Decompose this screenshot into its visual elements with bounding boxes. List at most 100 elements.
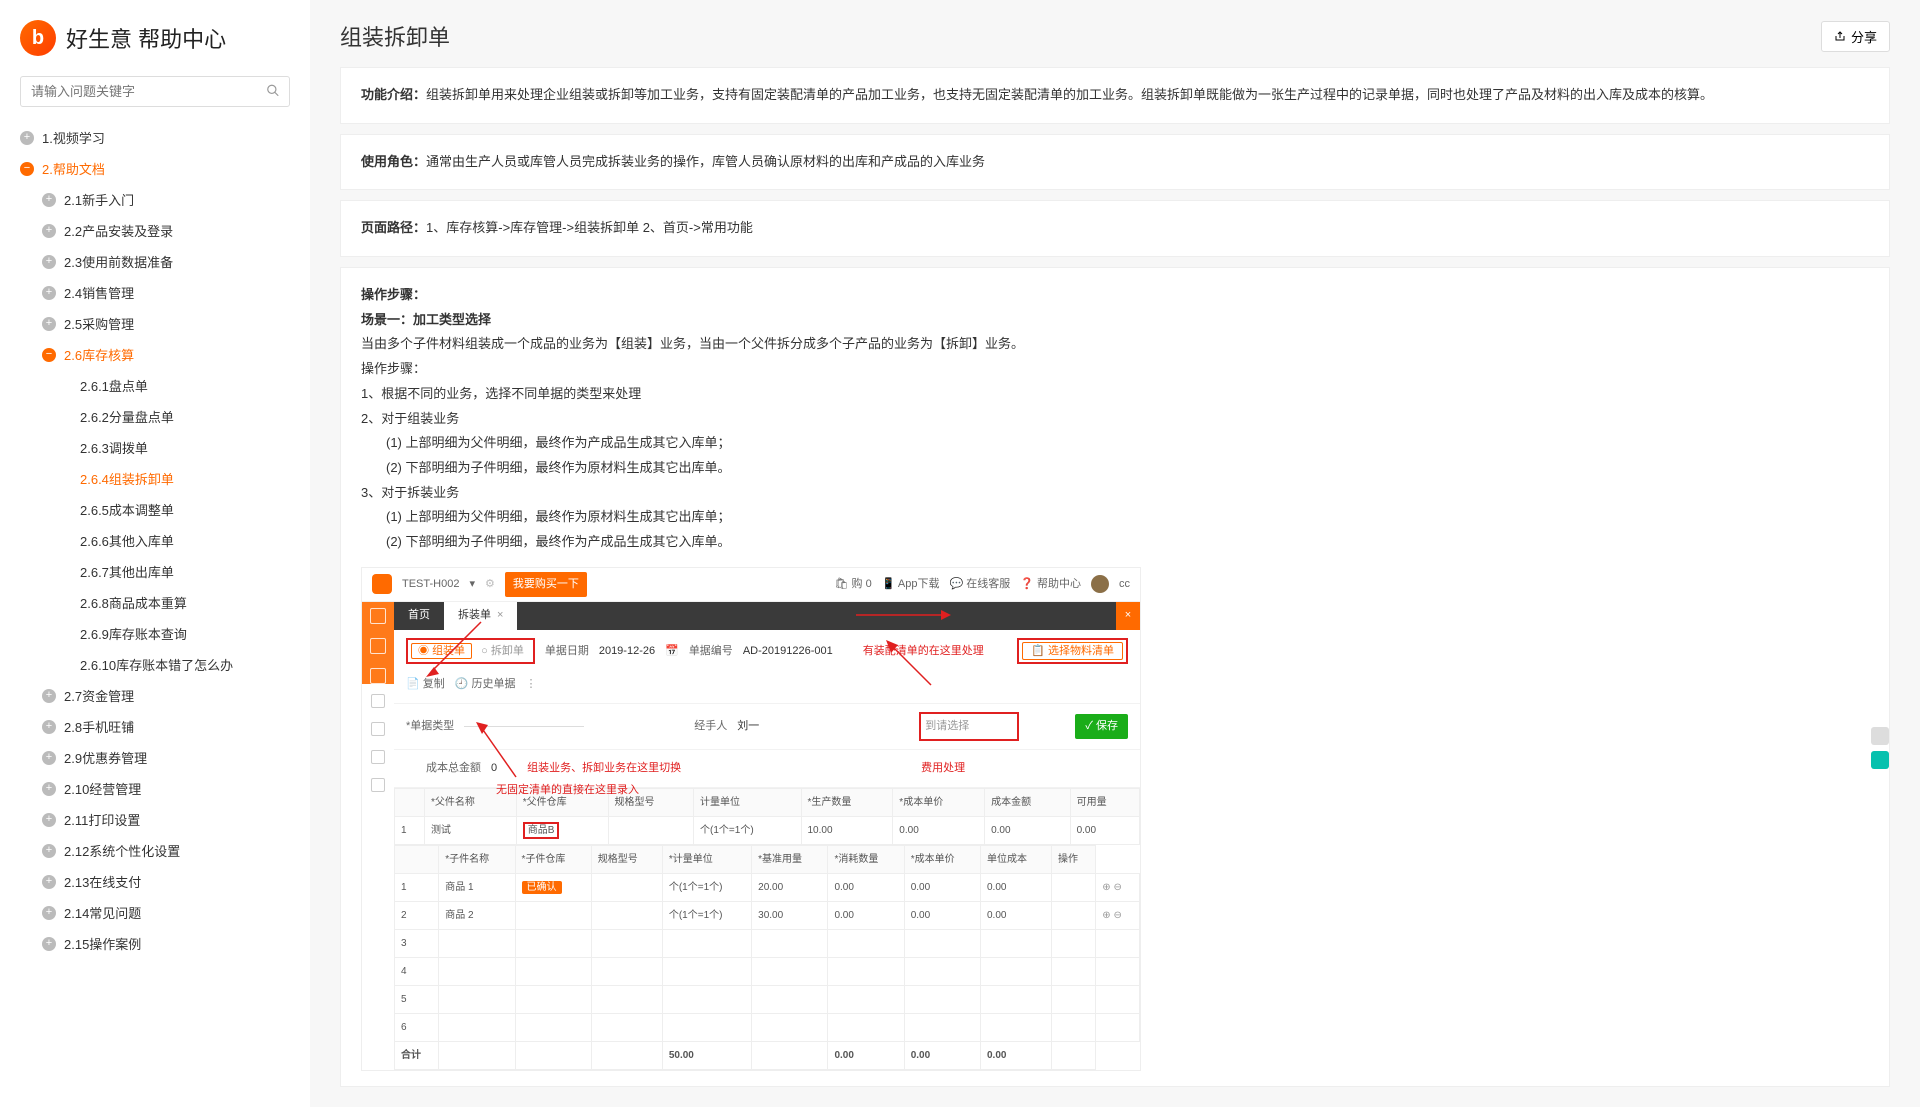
steps-label: 操作步骤： — [361, 357, 1869, 382]
search-input[interactable] — [20, 76, 290, 107]
nav-item[interactable]: +2.11打印设置 — [20, 804, 290, 835]
ss-avatar-icon — [1091, 575, 1109, 593]
plus-icon[interactable]: + — [42, 782, 56, 796]
ss-fee-box: 到请选择 — [919, 712, 1019, 741]
plus-icon[interactable]: + — [42, 813, 56, 827]
scene1-desc: 当由多个子件材料组装成一个成品的业务为【组装】业务，当由一个父件拆分成多个子产品… — [361, 332, 1869, 357]
ss-cart: 🛍 购 0 — [835, 574, 872, 595]
nav-item[interactable]: +2.13在线支付 — [20, 866, 290, 897]
intro-card: 功能介绍：组装拆卸单用来处理企业组装或拆卸等加工业务，支持有固定装配清单的产品加… — [340, 67, 1890, 124]
nav-label: 2.12系统个性化设置 — [64, 841, 180, 860]
nav-item[interactable]: +2.3使用前数据准备 — [20, 246, 290, 277]
nav-item[interactable]: +2.4销售管理 — [20, 277, 290, 308]
role-card: 使用角色：通常由生产人员或库管人员完成拆装业务的操作，库管人员确认原材料的出库和… — [340, 134, 1890, 191]
nav-label: 1.视频学习 — [42, 128, 105, 147]
ss-company: TEST-H002 — [402, 574, 459, 595]
plus-icon[interactable]: + — [42, 255, 56, 269]
nav-item[interactable]: −2.6库存核算 — [20, 339, 290, 370]
nav-item[interactable]: 2.6.5成本调整单 — [20, 494, 290, 525]
inner-screenshot: TEST-H002 ▾ ⚙ 我要购买一下 🛍 购 0 📱 App下载 💬 在线客… — [361, 567, 1869, 1071]
plus-icon[interactable]: + — [20, 131, 34, 145]
ss-topbar: TEST-H002 ▾ ⚙ 我要购买一下 🛍 购 0 📱 App下载 💬 在线客… — [362, 568, 1140, 602]
nav-item[interactable]: +2.2产品安装及登录 — [20, 215, 290, 246]
plus-icon[interactable]: + — [42, 937, 56, 951]
content-card: 操作步骤： 场景一：加工类型选择 当由多个子件材料组装成一个成品的业务为【组装】… — [340, 267, 1890, 1087]
nav-label: 2.2产品安装及登录 — [64, 221, 173, 240]
nav-item[interactable]: 2.6.7其他出库单 — [20, 556, 290, 587]
nav-item[interactable]: +2.9优惠券管理 — [20, 742, 290, 773]
plus-icon[interactable]: + — [42, 689, 56, 703]
ss-ref-input — [464, 726, 584, 727]
plus-icon[interactable]: + — [42, 224, 56, 238]
share-button[interactable]: 分享 — [1821, 21, 1890, 52]
nav-item[interactable]: −2.帮助文档 — [20, 153, 290, 184]
nav-item[interactable]: 2.6.1盘点单 — [20, 370, 290, 401]
ss-anno3: 费用处理 — [921, 758, 965, 779]
plus-icon[interactable]: + — [42, 875, 56, 889]
path-text: 1、库存核算->库存管理->组装拆卸单 2、首页->常用功能 — [426, 220, 753, 235]
ss-radio-assemble: ◉ 组装单 — [411, 643, 472, 659]
nav-label: 2.帮助文档 — [42, 159, 105, 178]
plus-icon[interactable]: + — [42, 751, 56, 765]
plus-icon[interactable]: + — [42, 317, 56, 331]
nav-item[interactable]: +2.7资金管理 — [20, 680, 290, 711]
rail-box-icon — [370, 638, 386, 654]
nav-item[interactable]: +2.1新手入门 — [20, 184, 290, 215]
ss-table2: *子件名称*子件仓库规格型号*计量单位*基准用量*消耗数量*成本单价单位成本操作… — [394, 845, 1140, 1070]
minus-icon[interactable]: − — [42, 348, 56, 362]
nav-label: 2.9优惠券管理 — [64, 748, 147, 767]
nav-label: 2.6.3调拨单 — [80, 438, 148, 457]
ss-radio-disassemble: ○ 拆卸单 — [475, 644, 530, 658]
nav-item[interactable]: 2.6.9库存账本查询 — [20, 618, 290, 649]
logo-icon: b — [20, 20, 56, 56]
nav-item[interactable]: 2.6.8商品成本重算 — [20, 587, 290, 618]
ss-history: 🕘 历史单据 — [455, 674, 516, 695]
nav-item[interactable]: 2.6.10库存账本错了怎么办 — [20, 649, 290, 680]
role-text: 通常由生产人员或库管人员完成拆装业务的操作，库管人员确认原材料的出库和产成品的入… — [426, 154, 985, 169]
nav-label: 2.6.1盘点单 — [80, 376, 148, 395]
nav-item[interactable]: +2.5采购管理 — [20, 308, 290, 339]
nav-item[interactable]: +2.15操作案例 — [20, 928, 290, 959]
ss-trial-button: 我要购买一下 — [505, 572, 587, 597]
nav-label: 2.8手机旺铺 — [64, 717, 134, 736]
nav-label: 2.6库存核算 — [64, 345, 134, 364]
step2: 2、对于组装业务 — [361, 407, 1869, 432]
nav-label: 2.15操作案例 — [64, 934, 141, 953]
ss-form-row1: ◉ 组装单 ○ 拆卸单 单据日期 2019-12-26 📅 单据编号 AD-20… — [394, 630, 1140, 705]
nav-item[interactable]: +2.12系统个性化设置 — [20, 835, 290, 866]
nav-item[interactable]: 2.6.6其他入库单 — [20, 525, 290, 556]
plus-icon[interactable]: + — [42, 193, 56, 207]
step3-1: (1) 上部明细为父件明细，最终作为原材料生成其它出库单； — [361, 505, 1869, 530]
ss-logo-icon — [372, 574, 392, 594]
nav-item[interactable]: 2.6.2分量盘点单 — [20, 401, 290, 432]
ss-handler-label: 经手人 — [694, 716, 727, 737]
nav-tree: +1.视频学习−2.帮助文档+2.1新手入门+2.2产品安装及登录+2.3使用前… — [20, 122, 290, 959]
ss-config-btn: 📋 选择物料清单 — [1022, 642, 1123, 660]
nav-label: 2.6.5成本调整单 — [80, 500, 174, 519]
plus-icon[interactable]: + — [42, 906, 56, 920]
plus-icon[interactable]: + — [42, 286, 56, 300]
rail-cart-icon — [370, 668, 386, 684]
nav-item[interactable]: 2.6.4组装拆卸单 — [20, 463, 290, 494]
ss-tab-home: 首页 — [394, 602, 444, 630]
nav-item[interactable]: +1.视频学习 — [20, 122, 290, 153]
share-label: 分享 — [1851, 27, 1877, 46]
search-icon[interactable] — [266, 83, 280, 100]
ss-user: cc — [1119, 574, 1130, 595]
plus-icon[interactable]: + — [42, 844, 56, 858]
nav-item[interactable]: +2.14常见问题 — [20, 897, 290, 928]
ss-doc: AD-20191226-001 — [743, 641, 833, 662]
nav-label: 2.10经营管理 — [64, 779, 141, 798]
nav-item[interactable]: 2.6.3调拨单 — [20, 432, 290, 463]
ss-handler: 刘一 — [737, 716, 759, 737]
rail-icon-5 — [371, 722, 385, 736]
page-title: 组装拆卸单 — [340, 20, 450, 52]
nav-item[interactable]: +2.10经营管理 — [20, 773, 290, 804]
plus-icon[interactable]: + — [42, 720, 56, 734]
nav-item[interactable]: +2.8手机旺铺 — [20, 711, 290, 742]
minus-icon[interactable]: − — [20, 162, 34, 176]
rail-icon-7 — [371, 778, 385, 792]
side-ic-2 — [1871, 751, 1889, 769]
share-icon — [1834, 30, 1846, 42]
nav-label: 2.7资金管理 — [64, 686, 134, 705]
